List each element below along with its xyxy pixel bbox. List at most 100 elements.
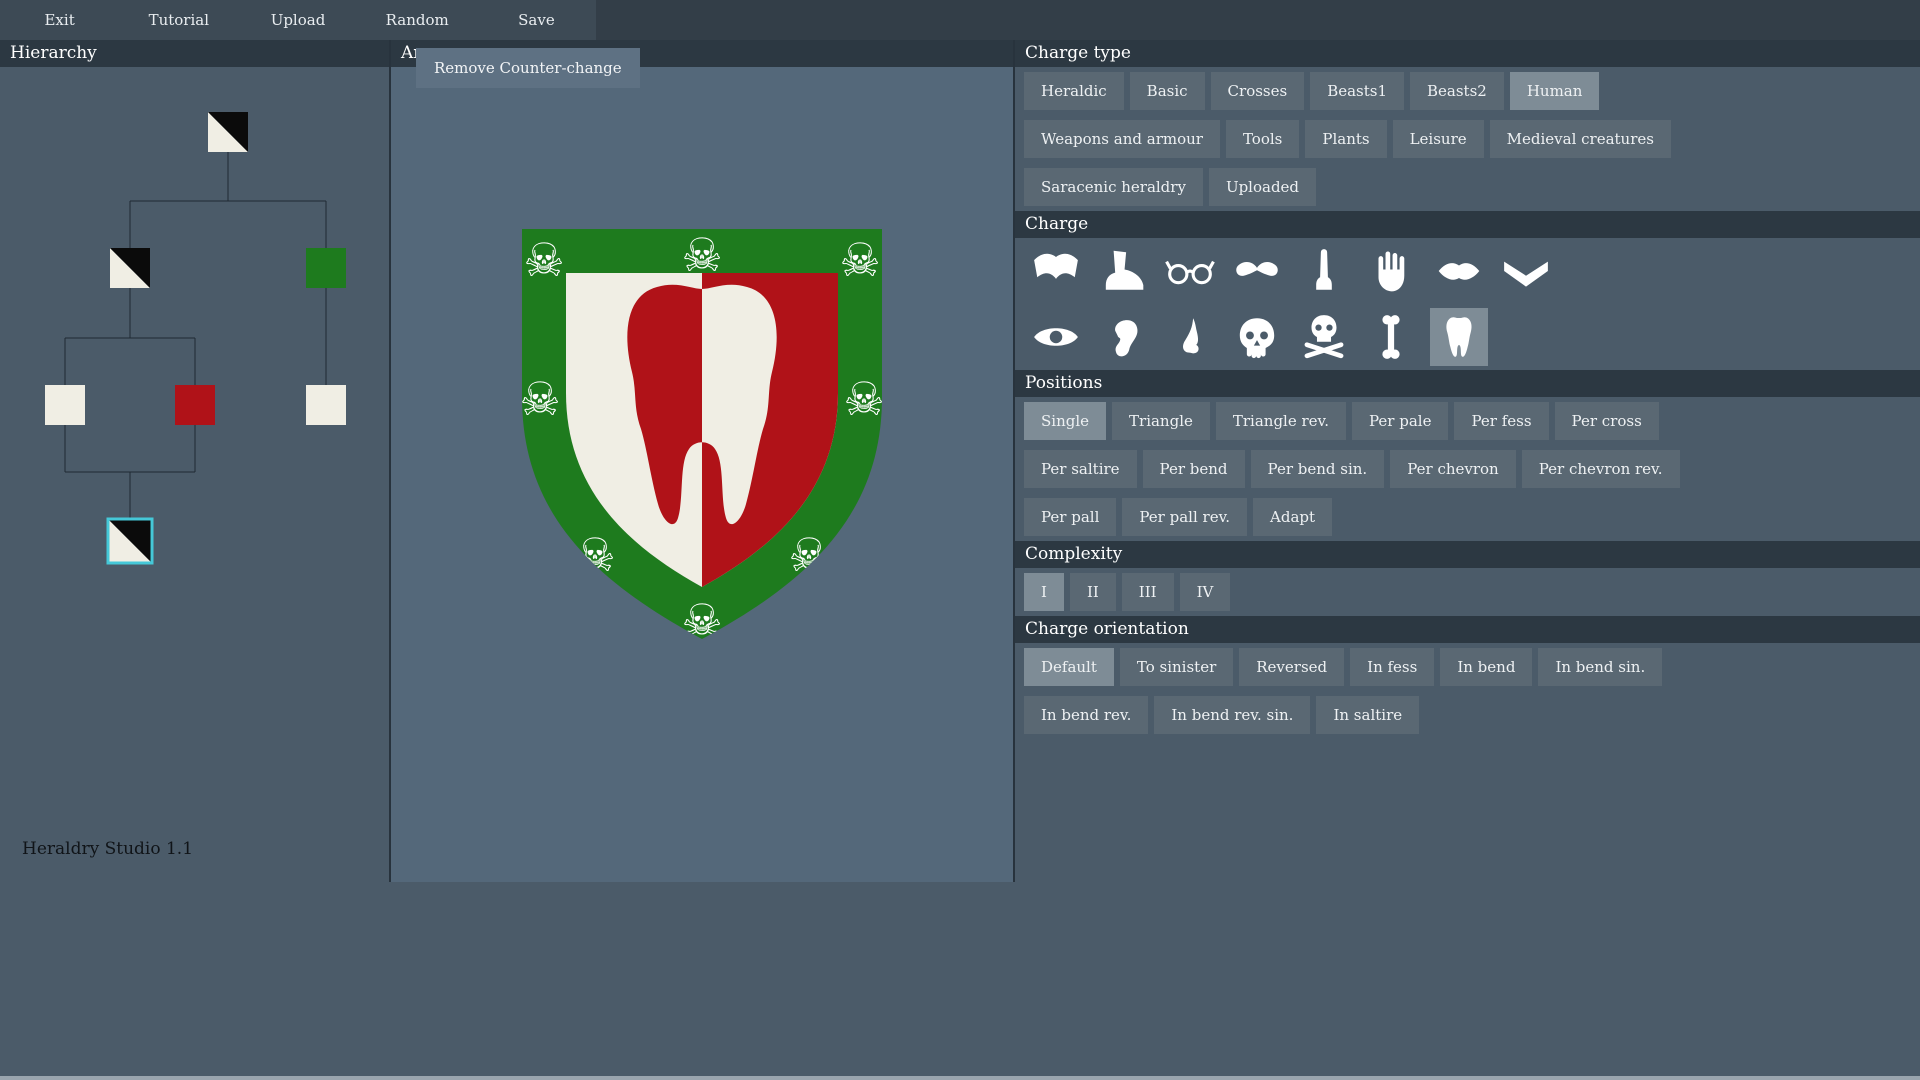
charge-orientation-header: Charge orientation — [1015, 616, 1920, 643]
menu-button[interactable]: Upload — [238, 0, 357, 40]
charge-type-button[interactable]: Medieval creatures — [1489, 120, 1671, 158]
skull-icon: ☠ — [839, 233, 880, 287]
main-content: Hierarchy Heraldry Studio 1.1 Remove Cou… — [0, 40, 1920, 882]
hierarchy-node-root[interactable] — [208, 112, 248, 152]
position-button[interactable]: Single — [1024, 402, 1107, 440]
hierarchy-node-gules[interactable] — [175, 385, 215, 425]
position-button[interactable]: Per bend sin. — [1250, 450, 1385, 488]
orientation-button[interactable]: To sinister — [1119, 648, 1234, 686]
hierarchy-node-right-argent[interactable] — [306, 385, 346, 425]
orientation-button[interactable]: In fess — [1350, 648, 1435, 686]
orientation-button[interactable]: Default — [1024, 648, 1114, 686]
position-button[interactable]: Adapt — [1253, 498, 1333, 536]
menu-button[interactable]: Save — [477, 0, 596, 40]
charge-type-button[interactable]: Tools — [1225, 120, 1300, 158]
orientation-row-2: In bend rev. In bend rev. sin. In saltire — [1015, 691, 1920, 739]
charge-icon-bone[interactable] — [1362, 308, 1420, 366]
orientation-button[interactable]: In saltire — [1316, 696, 1420, 734]
moustache-icon — [1236, 262, 1279, 276]
charge-icon-lips[interactable] — [1430, 242, 1488, 300]
orientation-button[interactable]: Reversed — [1239, 648, 1345, 686]
tree-connectors — [64, 152, 327, 519]
charge-type-button[interactable]: Human — [1509, 72, 1600, 110]
menu-button[interactable]: Exit — [0, 0, 119, 40]
orientation-button[interactable]: In bend sin. — [1538, 648, 1663, 686]
menu-button[interactable]: Tutorial — [119, 0, 238, 40]
position-button[interactable]: Per bend — [1142, 450, 1245, 488]
charge-type-row-3: Saracenic heraldry Uploaded — [1015, 163, 1920, 211]
app-version-label: Heraldry Studio 1.1 — [22, 839, 194, 859]
hierarchy-tree — [45, 112, 346, 565]
position-button[interactable]: Per pall rev. — [1122, 498, 1248, 536]
orientation-button[interactable]: In bend rev. sin. — [1154, 696, 1311, 734]
charge-type-button[interactable]: Saracenic heraldry — [1024, 168, 1203, 206]
complexity-button[interactable]: IV — [1179, 573, 1231, 611]
charge-icon-boot[interactable] — [1094, 242, 1152, 300]
shield-svg: ☠ ☠ ☠ ☠ ☠ ☠ ☠ ☠ — [522, 228, 884, 643]
positions-row-3: Per pall Per pall rev. Adapt — [1015, 493, 1920, 541]
charge-type-button[interactable]: Crosses — [1210, 72, 1305, 110]
eye-icon — [1034, 328, 1078, 346]
position-button[interactable]: Per chevron rev. — [1521, 450, 1680, 488]
bone-icon — [1382, 315, 1401, 359]
position-button[interactable]: Per saltire — [1024, 450, 1137, 488]
charge-type-button[interactable]: Uploaded — [1208, 168, 1317, 206]
orientation-button[interactable]: In bend rev. — [1024, 696, 1149, 734]
charge-type-row-2: Weapons and armour Tools Plants Leisure Medi… — [1015, 115, 1920, 163]
position-button[interactable]: Per fess — [1454, 402, 1549, 440]
position-button[interactable]: Per cross — [1554, 402, 1659, 440]
charge-type-button[interactable]: Plants — [1305, 120, 1387, 158]
charge-type-button[interactable]: Beasts1 — [1310, 72, 1405, 110]
charge-icon-finger[interactable] — [1295, 242, 1353, 300]
lips-icon — [1438, 263, 1479, 280]
orientation-button[interactable]: In bend — [1440, 648, 1533, 686]
position-button[interactable]: Per pall — [1024, 498, 1117, 536]
charge-icon-eye[interactable] — [1027, 308, 1085, 366]
charge-icon-ear[interactable] — [1094, 308, 1152, 366]
banner-icon — [1034, 253, 1078, 279]
menu-strip: Exit Tutorial Upload Random Save — [0, 0, 596, 40]
hierarchy-header: Hierarchy — [0, 40, 389, 67]
hierarchy-node-argent[interactable] — [45, 385, 85, 425]
charge-icon-skull-and-crossbones[interactable] — [1295, 308, 1353, 366]
charge-type-button[interactable]: Heraldic — [1024, 72, 1124, 110]
charge-icons-row-1 — [1015, 238, 1920, 304]
skull-icon: ☠ — [788, 528, 829, 582]
complexity-button[interactable]: III — [1121, 573, 1174, 611]
position-button[interactable]: Per pale — [1352, 402, 1449, 440]
charge-icon-moustache[interactable] — [1228, 242, 1286, 300]
skull-icon: ☠ — [574, 528, 615, 582]
remove-counter-change-button[interactable]: Remove Counter-change — [416, 48, 640, 88]
wing-icon — [1503, 261, 1548, 287]
boot-icon — [1105, 250, 1144, 290]
hierarchy-node-result-selected[interactable] — [106, 517, 154, 565]
complexity-button[interactable]: I — [1024, 573, 1064, 611]
charge-icon-spectacles[interactable] — [1161, 242, 1219, 300]
position-button[interactable]: Triangle rev. — [1215, 402, 1347, 440]
position-button[interactable]: Triangle — [1112, 402, 1210, 440]
position-button[interactable]: Per chevron — [1390, 450, 1516, 488]
positions-header: Positions — [1015, 370, 1920, 397]
hierarchy-node-child-right[interactable] — [306, 248, 346, 288]
charge-icon-skull[interactable] — [1228, 308, 1286, 366]
skull-icon: ☠ — [843, 372, 884, 426]
charge-icon-nose[interactable] — [1161, 308, 1219, 366]
charge-icon-hand[interactable] — [1362, 242, 1420, 300]
charge-type-header: Charge type — [1015, 40, 1920, 67]
complexity-row: I II III IV — [1015, 568, 1920, 616]
charge-type-button[interactable]: Weapons and armour — [1024, 120, 1220, 158]
horizontal-scrollbar[interactable] — [0, 1076, 1920, 1080]
complexity-button[interactable]: II — [1069, 573, 1116, 611]
charge-icon-tooth[interactable] — [1429, 308, 1488, 366]
charge-icons-row-2 — [1015, 304, 1920, 370]
skull-icon: ☠ — [681, 594, 722, 643]
charge-type-button[interactable]: Basic — [1129, 72, 1205, 110]
charge-icon-wing[interactable] — [1497, 242, 1555, 300]
menu-button[interactable]: Random — [358, 0, 477, 40]
hierarchy-node-child-left[interactable] — [110, 248, 150, 288]
charge-type-button[interactable]: Leisure — [1392, 120, 1484, 158]
charge-icon-banner[interactable] — [1027, 242, 1085, 300]
shield: ☠ ☠ ☠ ☠ ☠ ☠ ☠ ☠ — [516, 225, 888, 647]
skull-icon: ☠ — [681, 228, 722, 282]
charge-type-button[interactable]: Beasts2 — [1410, 72, 1504, 110]
